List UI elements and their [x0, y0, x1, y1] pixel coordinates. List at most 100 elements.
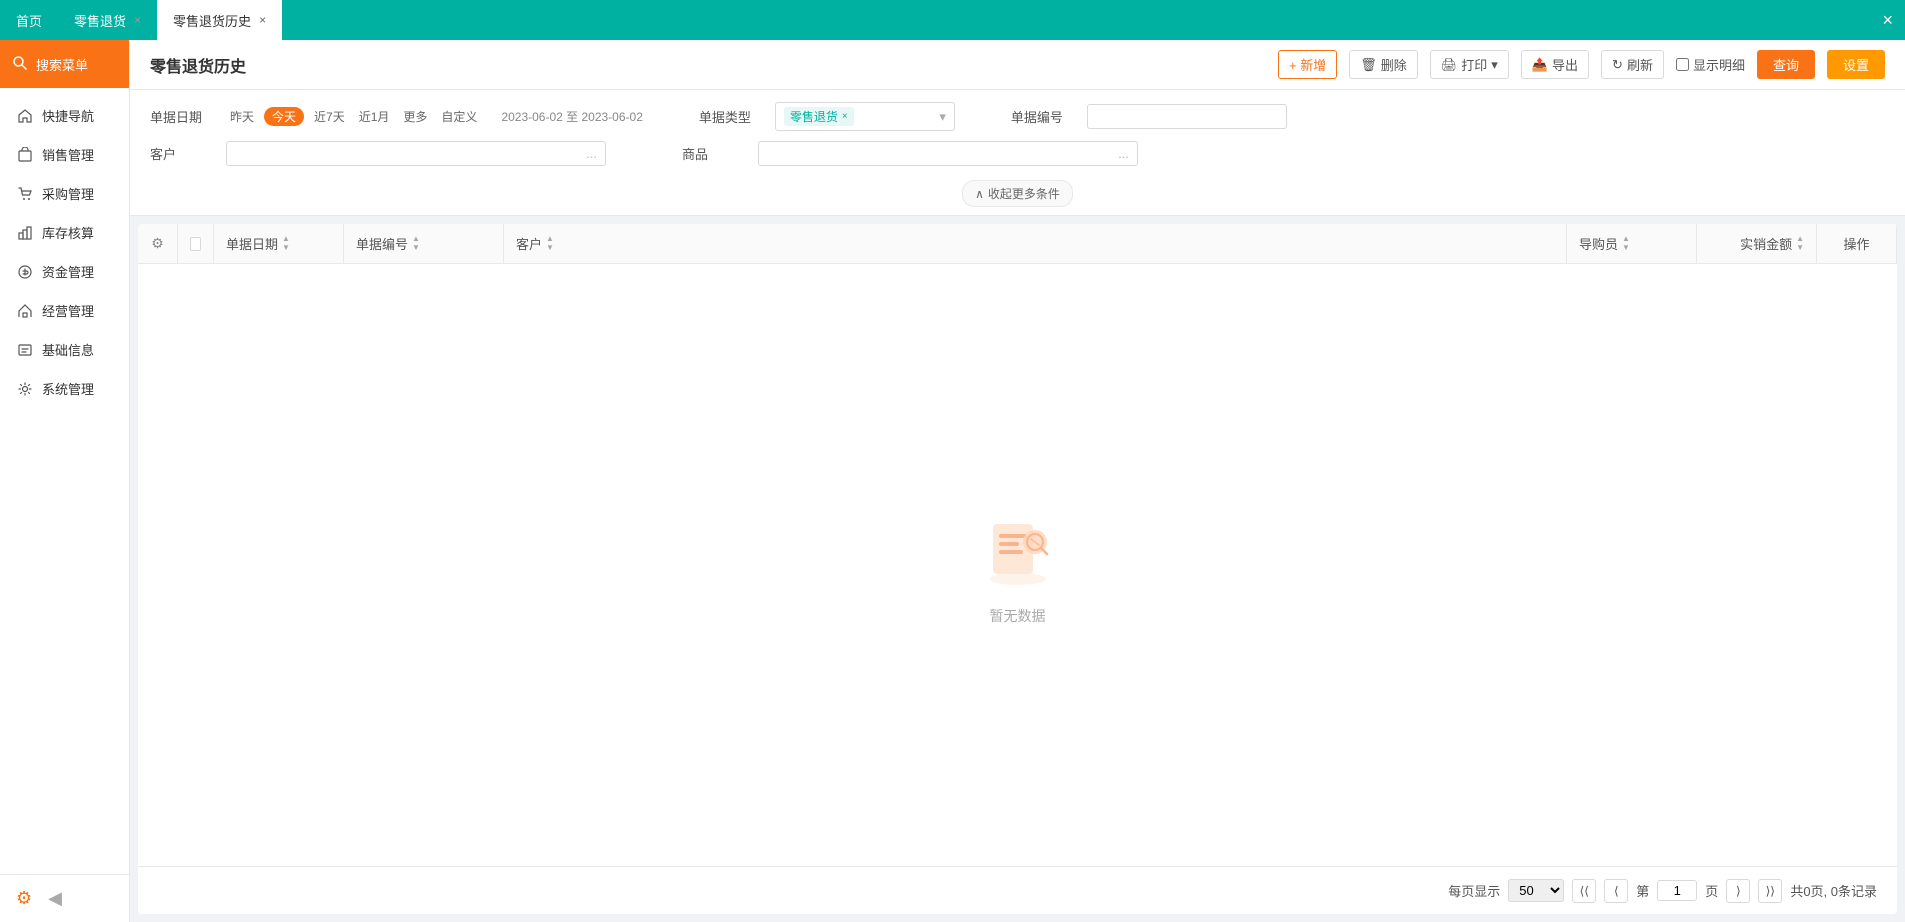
- purchase-icon: [16, 185, 34, 203]
- sidebar-item-purchase[interactable]: 采购管理: [0, 174, 129, 213]
- date-btn-more[interactable]: 更多: [399, 107, 431, 126]
- sidebar-item-label: 库存核算: [42, 223, 94, 242]
- sidebar-item-basic-info[interactable]: 基础信息: [0, 330, 129, 369]
- th-guide[interactable]: 导购员 ▲▼: [1567, 224, 1697, 263]
- sort-date-icon[interactable]: ▲▼: [282, 235, 290, 252]
- goods-input[interactable]: ...: [758, 141, 1138, 166]
- close-window-btn[interactable]: ×: [1882, 10, 1893, 31]
- sidebar-nav: 快捷导航 销售管理 采购管理 库存核算: [0, 88, 129, 874]
- show-detail-label: 显示明细: [1693, 55, 1745, 74]
- bill-type-tag-close[interactable]: ×: [842, 111, 848, 122]
- date-btn-custom[interactable]: 自定义: [437, 107, 481, 126]
- prev-page-btn[interactable]: ⟨: [1604, 879, 1628, 903]
- sort-bill-no-icon[interactable]: ▲▼: [412, 235, 420, 252]
- close-tab-retail-return-history[interactable]: ×: [259, 13, 266, 27]
- sidebar-item-inventory[interactable]: 库存核算: [0, 213, 129, 252]
- sidebar-search-label: 搜索菜单: [36, 55, 88, 74]
- table-area: ⚙ 单据日期 ▲▼ 单据编号 ▲▼ 客户 ▲▼ 导购员: [138, 224, 1897, 914]
- date-btn-7days[interactable]: 近7天: [310, 107, 349, 126]
- tab-home[interactable]: 首页: [0, 0, 58, 40]
- collapse-conditions-btn[interactable]: ∧ 收起更多条件: [962, 180, 1073, 207]
- sort-customer-icon[interactable]: ▲▼: [546, 235, 554, 252]
- bill-type-tag: 零售退货 ×: [784, 107, 854, 126]
- sales-icon: [16, 146, 34, 164]
- sidebar-item-label: 快捷导航: [42, 106, 94, 125]
- th-date[interactable]: 单据日期 ▲▼: [214, 224, 344, 263]
- th-customer-label: 客户: [516, 234, 542, 253]
- sidebar-item-finance[interactable]: 资金管理: [0, 252, 129, 291]
- print-button[interactable]: 🖨 打印 ▾: [1430, 50, 1509, 79]
- sidebar-search[interactable]: 搜索菜单: [0, 40, 129, 88]
- column-settings-icon[interactable]: ⚙: [151, 235, 164, 252]
- show-detail-checkbox[interactable]: 显示明细: [1676, 55, 1745, 74]
- sidebar-item-system[interactable]: 系统管理: [0, 369, 129, 408]
- page-label: 第: [1636, 881, 1649, 900]
- query-button[interactable]: 查询: [1757, 50, 1815, 79]
- sidebar-item-label: 采购管理: [42, 184, 94, 203]
- page-size-select[interactable]: 50 10 20 100: [1508, 879, 1564, 902]
- last-page-btn[interactable]: ⟩⟩: [1758, 879, 1782, 903]
- sidebar-item-business[interactable]: 经营管理: [0, 291, 129, 330]
- top-bar: 首页 零售退货 × 零售退货历史 × ×: [0, 0, 1905, 40]
- new-button[interactable]: + 新增: [1278, 50, 1337, 79]
- sidebar-bottom: ⚙ ◀: [0, 874, 129, 922]
- tab-retail-return-history[interactable]: 零售退货历史 ×: [157, 0, 282, 40]
- th-op: 操作: [1817, 224, 1897, 263]
- th-amount[interactable]: 实销金额 ▲▼: [1697, 224, 1817, 263]
- first-page-btn[interactable]: ⟨⟨: [1572, 879, 1596, 903]
- date-btn-1month[interactable]: 近1月: [355, 107, 394, 126]
- system-icon: [16, 380, 34, 398]
- audio-icon[interactable]: ◀: [48, 888, 62, 909]
- th-amount-label: 实销金额: [1740, 234, 1792, 253]
- th-customer[interactable]: 客户 ▲▼: [504, 224, 1567, 263]
- settings-bottom-icon[interactable]: ⚙: [16, 888, 32, 909]
- th-guide-label: 导购员: [1579, 234, 1618, 253]
- filter-area: 单据日期 昨天 今天 近7天 近1月 更多 自定义 2023-06-02 至 2…: [130, 90, 1905, 216]
- refresh-icon: ↻: [1612, 57, 1623, 73]
- inventory-icon: [16, 224, 34, 242]
- page-suffix: 页: [1705, 881, 1718, 900]
- empty-illustration: [973, 504, 1063, 594]
- tab-retail-return-label: 零售退货: [74, 11, 126, 30]
- close-tab-retail-return[interactable]: ×: [134, 13, 141, 27]
- show-detail-input[interactable]: [1676, 58, 1689, 71]
- th-date-label: 单据日期: [226, 234, 278, 253]
- th-checkbox[interactable]: [178, 224, 214, 263]
- header-actions: + 新增 🗑 删除 🖨 打印 ▾ 📤 导出 ↻ 刷新: [1278, 50, 1885, 79]
- sort-guide-icon[interactable]: ▲▼: [1622, 235, 1630, 252]
- page-number-input[interactable]: 1: [1657, 880, 1697, 901]
- th-settings[interactable]: ⚙: [138, 224, 178, 263]
- finance-icon: [16, 263, 34, 281]
- sidebar-item-label: 资金管理: [42, 262, 94, 281]
- date-btn-yesterday[interactable]: 昨天: [226, 107, 258, 126]
- bill-no-input[interactable]: [1087, 104, 1287, 129]
- bill-type-select[interactable]: 零售退货 × ▾: [775, 102, 955, 131]
- date-btn-today[interactable]: 今天: [264, 107, 304, 126]
- sidebar-item-label: 经营管理: [42, 301, 94, 320]
- sidebar-item-sales[interactable]: 销售管理: [0, 135, 129, 174]
- sidebar-item-quick-nav[interactable]: 快捷导航: [0, 96, 129, 135]
- filter-row-2: 客户 ... 商品 ...: [150, 141, 1885, 166]
- tab-retail-return-history-label: 零售退货历史: [173, 11, 251, 30]
- page-size-label: 每页显示: [1448, 881, 1500, 900]
- export-button[interactable]: 📤 导出: [1521, 50, 1589, 79]
- sort-amount-icon[interactable]: ▲▼: [1796, 235, 1804, 252]
- empty-text: 暂无数据: [990, 606, 1046, 626]
- th-bill-no[interactable]: 单据编号 ▲▼: [344, 224, 504, 263]
- sidebar-item-label: 系统管理: [42, 379, 94, 398]
- th-bill-no-label: 单据编号: [356, 234, 408, 253]
- customer-input[interactable]: ...: [226, 141, 606, 166]
- date-filter-label: 单据日期: [150, 107, 210, 126]
- search-icon: [12, 55, 28, 74]
- collapse-label: 收起更多条件: [988, 185, 1060, 202]
- delete-button[interactable]: 🗑 删除: [1349, 50, 1418, 79]
- print-icon: 🖨: [1441, 57, 1458, 73]
- select-all-checkbox[interactable]: [190, 237, 201, 251]
- tab-retail-return[interactable]: 零售退货 ×: [58, 0, 157, 40]
- refresh-button[interactable]: ↻ 刷新: [1601, 50, 1664, 79]
- page-title: 零售退货历史: [150, 53, 246, 77]
- next-page-btn[interactable]: ⟩: [1726, 879, 1750, 903]
- content-area: 零售退货历史 + 新增 🗑 删除 🖨 打印 ▾ 📤 导出 ↻: [130, 40, 1905, 922]
- settings-filter-button[interactable]: 设置: [1827, 50, 1885, 79]
- sidebar-item-label: 销售管理: [42, 145, 94, 164]
